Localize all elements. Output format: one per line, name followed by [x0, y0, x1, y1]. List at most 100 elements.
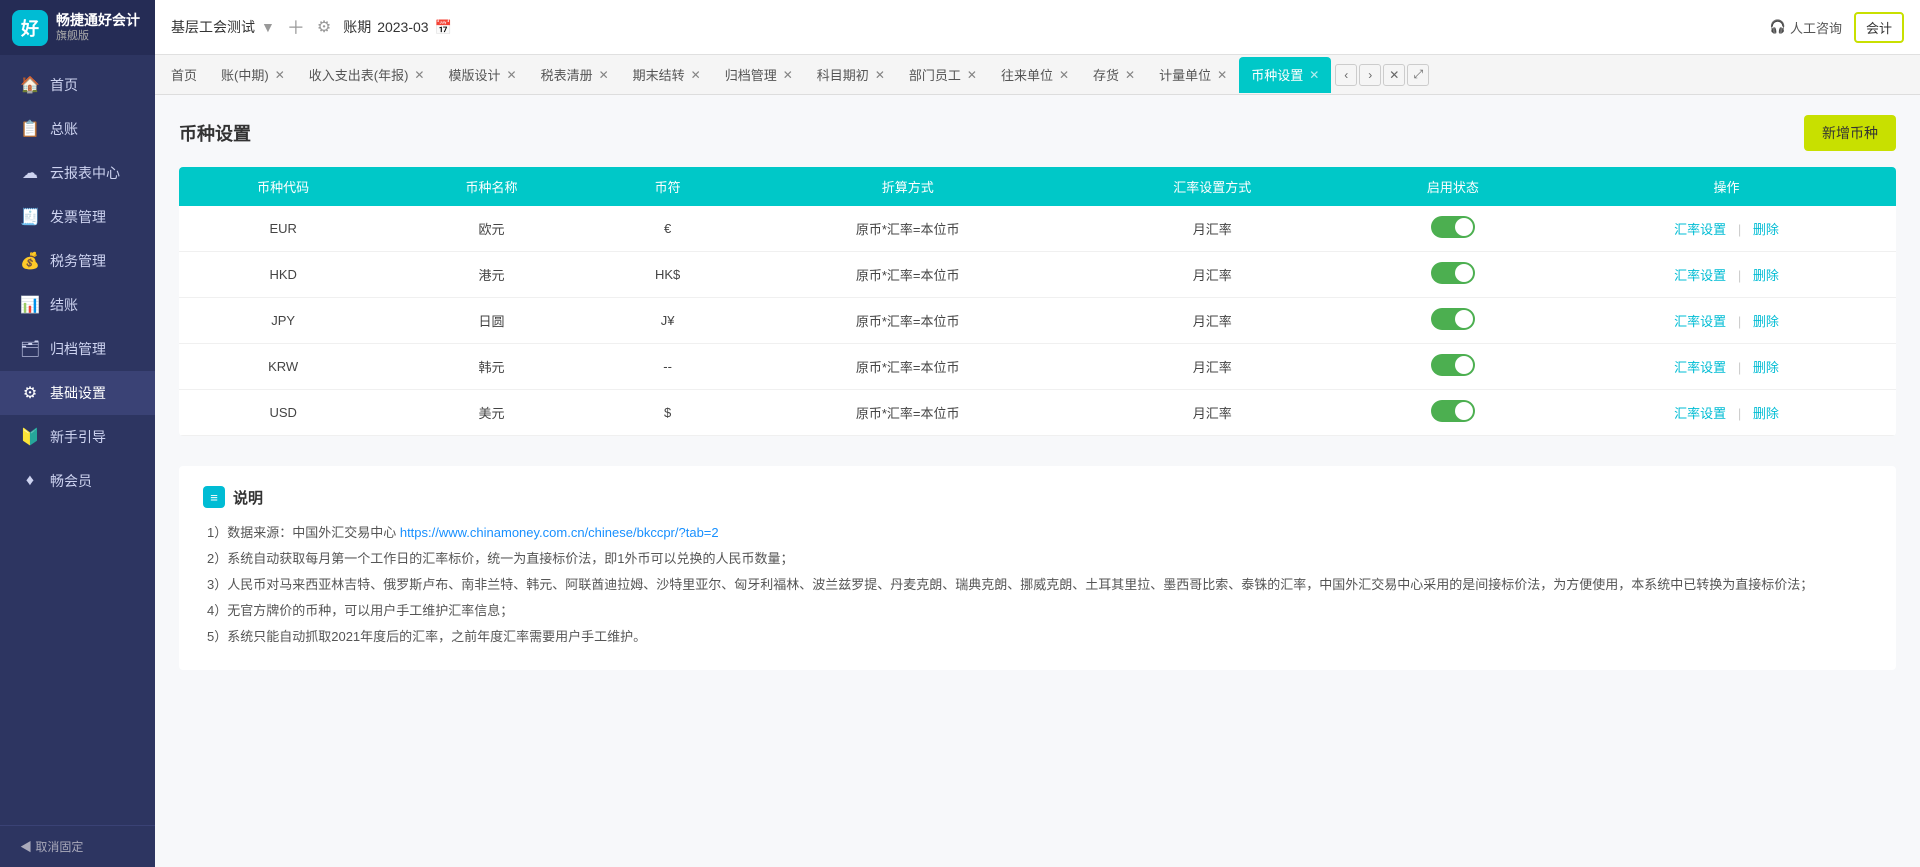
add-tab-button[interactable]: ＋: [287, 14, 305, 40]
rate-setting-link[interactable]: 汇率设置: [1674, 314, 1726, 329]
page-title: 币种设置: [179, 120, 251, 146]
enabled-toggle[interactable]: [1431, 216, 1475, 238]
sidebar-item-ledger[interactable]: 📋 总账: [0, 107, 155, 151]
ledger-icon: 📋: [20, 119, 40, 139]
enabled-toggle[interactable]: [1431, 354, 1475, 376]
table-row: EUR 欧元 € 原币*汇率=本位币 月汇率 汇率设置 | 删除: [179, 206, 1896, 252]
tab-home[interactable]: 首页: [159, 57, 209, 93]
tab-close-icon[interactable]: ✕: [1217, 68, 1227, 82]
tab-close-icon[interactable]: ✕: [783, 68, 793, 82]
tab-expand-button[interactable]: ⤢: [1407, 64, 1429, 86]
tab-close-icon[interactable]: ✕: [967, 68, 977, 82]
tab-close-all-button[interactable]: ✕: [1383, 64, 1405, 86]
tab-dept[interactable]: 部门员工 ✕: [897, 57, 989, 93]
company-settings-icon[interactable]: ⚙: [317, 17, 331, 37]
tab-tax[interactable]: 税表清册 ✕: [529, 57, 621, 93]
sidebar-item-checkout[interactable]: 📊 结账: [0, 283, 155, 327]
cell-status[interactable]: [1349, 344, 1557, 390]
cell-symbol: --: [596, 344, 740, 390]
logo-sub: 旗舰版: [56, 29, 140, 43]
notes-icon: ≡: [203, 486, 225, 508]
tab-close-icon[interactable]: ✕: [507, 68, 517, 82]
cell-status[interactable]: [1349, 206, 1557, 252]
tab-label: 科目期初: [817, 65, 869, 84]
delete-link[interactable]: 删除: [1753, 222, 1779, 237]
sidebar-item-reports[interactable]: ☁ 云报表中心: [0, 151, 155, 195]
action-separator: |: [1738, 314, 1741, 329]
tab-close-icon[interactable]: ✕: [1309, 68, 1319, 82]
col-header-actions: 操作: [1557, 167, 1896, 206]
tab-close-icon[interactable]: ✕: [599, 68, 609, 82]
enabled-toggle[interactable]: [1431, 262, 1475, 284]
tab-period-end[interactable]: 期末结转 ✕: [621, 57, 713, 93]
action-separator: |: [1738, 360, 1741, 375]
tab-label: 部门员工: [909, 65, 961, 84]
tab-close-icon[interactable]: ✕: [414, 68, 424, 82]
rate-setting-link[interactable]: 汇率设置: [1674, 268, 1726, 283]
tab-close-icon[interactable]: ✕: [1125, 68, 1135, 82]
account-label: 会计: [1866, 21, 1892, 36]
tab-accounts[interactable]: 科目期初 ✕: [805, 57, 897, 93]
cell-symbol: J¥: [596, 298, 740, 344]
delete-link[interactable]: 删除: [1753, 268, 1779, 283]
new-currency-button[interactable]: 新增币种: [1804, 115, 1896, 151]
archive-icon: 🗂: [20, 339, 40, 359]
tab-close-icon[interactable]: ✕: [691, 68, 701, 82]
cell-code: USD: [179, 390, 387, 436]
cloud-icon: ☁: [20, 163, 40, 183]
cell-symbol: $: [596, 390, 740, 436]
sidebar-item-home[interactable]: 🏠 首页: [0, 63, 155, 107]
delete-link[interactable]: 删除: [1753, 406, 1779, 421]
period-selector[interactable]: 账期 2023-03 📅: [343, 17, 452, 37]
pin-toggle-label: ◀ 取消固定: [20, 838, 83, 855]
tab-close-icon[interactable]: ✕: [1059, 68, 1069, 82]
topbar-right: 🎧 人工咨询 会计: [1770, 12, 1904, 43]
tab-label: 计量单位: [1159, 65, 1211, 84]
help-button[interactable]: 🎧 人工咨询: [1770, 18, 1842, 37]
tab-close-icon[interactable]: ✕: [875, 68, 885, 82]
tab-units[interactable]: 往来单位 ✕: [989, 57, 1081, 93]
sidebar-item-settings[interactable]: ⚙ 基础设置: [0, 371, 155, 415]
cell-actions: 汇率设置 | 删除: [1557, 206, 1896, 252]
cell-actions: 汇率设置 | 删除: [1557, 252, 1896, 298]
table-row: USD 美元 $ 原币*汇率=本位币 月汇率 汇率设置 | 删除: [179, 390, 1896, 436]
cell-status[interactable]: [1349, 298, 1557, 344]
tab-template[interactable]: 模版设计 ✕: [436, 57, 528, 93]
tab-close-icon[interactable]: ✕: [275, 68, 285, 82]
tab-finance[interactable]: 账(中期) ✕: [209, 57, 297, 93]
cell-actions: 汇率设置 | 删除: [1557, 344, 1896, 390]
tab-inventory[interactable]: 存货 ✕: [1081, 57, 1147, 93]
sidebar-item-guide[interactable]: 🔰 新手引导: [0, 415, 155, 459]
sidebar-item-invoice[interactable]: 🧾 发票管理: [0, 195, 155, 239]
enabled-toggle[interactable]: [1431, 308, 1475, 330]
tab-label: 币种设置: [1251, 65, 1303, 84]
page-header: 币种设置 新增币种: [179, 115, 1896, 151]
delete-link[interactable]: 删除: [1753, 360, 1779, 375]
tab-currency[interactable]: 币种设置 ✕: [1239, 57, 1331, 93]
cell-calc-method: 原币*汇率=本位币: [740, 344, 1076, 390]
tab-annual[interactable]: 收入支出表(年报) ✕: [297, 57, 437, 93]
delete-link[interactable]: 删除: [1753, 314, 1779, 329]
sidebar-item-tax[interactable]: 💰 税务管理: [0, 239, 155, 283]
sidebar-item-member[interactable]: ♦ 畅会员: [0, 459, 155, 503]
content-area: 币种设置 新增币种 币种代码 币种名称 币符 折算方式 汇率设置方式 启用状态 …: [155, 95, 1920, 867]
enabled-toggle[interactable]: [1431, 400, 1475, 422]
account-button[interactable]: 会计: [1854, 12, 1904, 43]
sidebar-item-archive[interactable]: 🗂 归档管理: [0, 327, 155, 371]
tab-archive[interactable]: 归档管理 ✕: [713, 57, 805, 93]
tab-measure[interactable]: 计量单位 ✕: [1147, 57, 1239, 93]
tab-label: 收入支出表(年报): [309, 65, 409, 84]
cell-status[interactable]: [1349, 252, 1557, 298]
sidebar-pin-toggle[interactable]: ◀ 取消固定: [0, 825, 155, 867]
cell-rate-method: 月汇率: [1076, 344, 1349, 390]
cell-status[interactable]: [1349, 390, 1557, 436]
tab-prev-button[interactable]: ‹: [1335, 64, 1357, 86]
logo-title: 畅捷通好会计: [56, 11, 140, 29]
tab-next-button[interactable]: ›: [1359, 64, 1381, 86]
external-link[interactable]: https://www.chinamoney.com.cn/chinese/bk…: [400, 525, 719, 540]
company-selector[interactable]: 基层工会测试 ▼: [171, 17, 275, 37]
rate-setting-link[interactable]: 汇率设置: [1674, 406, 1726, 421]
cell-code: JPY: [179, 298, 387, 344]
rate-setting-link[interactable]: 汇率设置: [1674, 222, 1726, 237]
rate-setting-link[interactable]: 汇率设置: [1674, 360, 1726, 375]
